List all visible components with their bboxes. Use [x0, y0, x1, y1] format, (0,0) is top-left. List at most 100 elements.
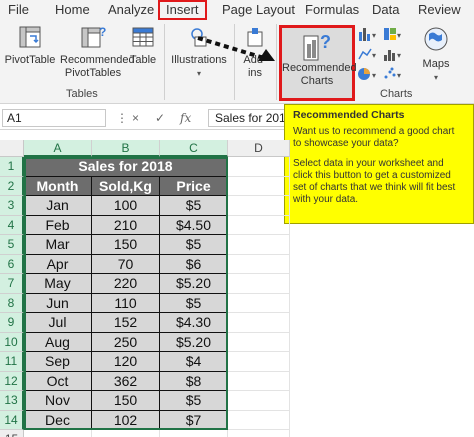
table-cell[interactable]: Mar: [24, 235, 92, 255]
empty-cell[interactable]: [228, 274, 290, 294]
table-cell[interactable]: $8: [160, 371, 228, 391]
table-cell[interactable]: 70: [92, 254, 160, 274]
table-cell[interactable]: Aug: [24, 332, 92, 352]
insert-function-icon[interactable]: fx: [180, 111, 191, 125]
empty-cell[interactable]: [228, 235, 290, 255]
formula-input[interactable]: Sales for 2018: [208, 109, 288, 127]
empty-cell[interactable]: [228, 293, 290, 313]
table-cell[interactable]: Nov: [24, 391, 92, 411]
row-header[interactable]: 13: [0, 391, 24, 411]
table-cell[interactable]: Feb: [24, 215, 92, 235]
sheet-title-cell[interactable]: Sales for 2018: [24, 157, 228, 177]
row-header[interactable]: 11: [0, 352, 24, 372]
table-cell[interactable]: Dec: [24, 410, 92, 430]
column-header-d[interactable]: D: [228, 140, 290, 157]
table-cell[interactable]: $5: [160, 235, 228, 255]
row-header[interactable]: 9: [0, 313, 24, 333]
table-cell[interactable]: $5.20: [160, 332, 228, 352]
row-header[interactable]: 15: [0, 430, 24, 437]
row-header[interactable]: 7: [0, 274, 24, 294]
row-header[interactable]: 4: [0, 215, 24, 235]
pivottable-button[interactable]: PivotTable: [4, 24, 56, 67]
tab-analyze[interactable]: Analyze: [108, 0, 154, 20]
table-cell[interactable]: Apr: [24, 254, 92, 274]
column-header-b[interactable]: B: [92, 140, 160, 157]
table-cell[interactable]: 100: [92, 196, 160, 216]
table-header-cell[interactable]: Month: [24, 176, 92, 196]
column-chart-icon[interactable]: ▾: [357, 26, 379, 42]
row-header[interactable]: 3: [0, 196, 24, 216]
table-cell[interactable]: $5: [160, 391, 228, 411]
tab-data[interactable]: Data: [372, 0, 399, 20]
column-header-c[interactable]: C: [160, 140, 228, 157]
row-header[interactable]: 1: [0, 157, 24, 177]
row-header[interactable]: 14: [0, 410, 24, 430]
select-all-corner[interactable]: [0, 140, 24, 157]
empty-cell[interactable]: [228, 332, 290, 352]
tab-insert[interactable]: Insert: [158, 0, 207, 20]
empty-cell[interactable]: [160, 430, 228, 437]
empty-cell[interactable]: [24, 430, 92, 437]
row-header[interactable]: 6: [0, 254, 24, 274]
table-cell[interactable]: $6: [160, 254, 228, 274]
row-header[interactable]: 12: [0, 371, 24, 391]
column-header-a[interactable]: A: [24, 140, 92, 157]
name-box[interactable]: A1: [2, 109, 106, 127]
line-chart-icon[interactable]: ▾: [357, 46, 379, 62]
table-cell[interactable]: $5: [160, 293, 228, 313]
row-header[interactable]: 5: [0, 235, 24, 255]
table-cell[interactable]: $4.30: [160, 313, 228, 333]
table-cell[interactable]: $5.20: [160, 274, 228, 294]
empty-cell[interactable]: [228, 196, 290, 216]
cancel-icon[interactable]: ×: [132, 111, 139, 125]
table-cell[interactable]: $4: [160, 352, 228, 372]
recommended-charts-button[interactable]: ? Recommended Charts: [279, 25, 357, 101]
maps-button[interactable]: Maps ▾: [412, 24, 460, 84]
table-cell[interactable]: $5: [160, 196, 228, 216]
empty-cell[interactable]: [228, 176, 290, 196]
empty-cell[interactable]: [228, 430, 290, 437]
empty-cell[interactable]: [228, 254, 290, 274]
table-cell[interactable]: May: [24, 274, 92, 294]
tab-review[interactable]: Review: [418, 0, 461, 20]
table-cell[interactable]: $4.50: [160, 215, 228, 235]
row-header[interactable]: 8: [0, 293, 24, 313]
recommended-pivottables-button[interactable]: ? Recommended PivotTables: [60, 24, 135, 80]
table-cell[interactable]: Jun: [24, 293, 92, 313]
tab-formulas[interactable]: Formulas: [305, 0, 359, 20]
empty-cell[interactable]: [228, 215, 290, 235]
table-cell[interactable]: 150: [92, 391, 160, 411]
table-cell[interactable]: 220: [92, 274, 160, 294]
table-cell[interactable]: Sep: [24, 352, 92, 372]
table-cell[interactable]: 150: [92, 235, 160, 255]
row-header[interactable]: 2: [0, 176, 24, 196]
row-header[interactable]: 10: [0, 332, 24, 352]
empty-cell[interactable]: [228, 371, 290, 391]
tab-page-layout[interactable]: Page Layout: [222, 0, 295, 20]
table-cell[interactable]: 102: [92, 410, 160, 430]
empty-cell[interactable]: [228, 352, 290, 372]
empty-cell[interactable]: [228, 410, 290, 430]
table-cell[interactable]: 110: [92, 293, 160, 313]
table-header-cell[interactable]: Price: [160, 176, 228, 196]
table-cell[interactable]: 120: [92, 352, 160, 372]
table-cell[interactable]: 250: [92, 332, 160, 352]
empty-cell[interactable]: [92, 430, 160, 437]
table-cell[interactable]: $7: [160, 410, 228, 430]
table-cell[interactable]: Oct: [24, 371, 92, 391]
table-cell[interactable]: 210: [92, 215, 160, 235]
statistic-chart-icon[interactable]: ▾: [382, 46, 404, 62]
empty-cell[interactable]: [228, 313, 290, 333]
table-cell[interactable]: 152: [92, 313, 160, 333]
empty-cell[interactable]: [228, 391, 290, 411]
tab-file[interactable]: File: [8, 0, 29, 20]
table-cell[interactable]: Jul: [24, 313, 92, 333]
empty-cell[interactable]: [228, 157, 290, 177]
tab-home[interactable]: Home: [55, 0, 90, 20]
table-cell[interactable]: 362: [92, 371, 160, 391]
hierarchy-chart-icon[interactable]: ▾: [382, 26, 404, 42]
table-cell[interactable]: Jan: [24, 196, 92, 216]
table-header-cell[interactable]: Sold,Kg: [92, 176, 160, 196]
scatter-chart-icon[interactable]: ▾: [382, 66, 404, 82]
pie-chart-icon[interactable]: ▾: [357, 66, 379, 82]
